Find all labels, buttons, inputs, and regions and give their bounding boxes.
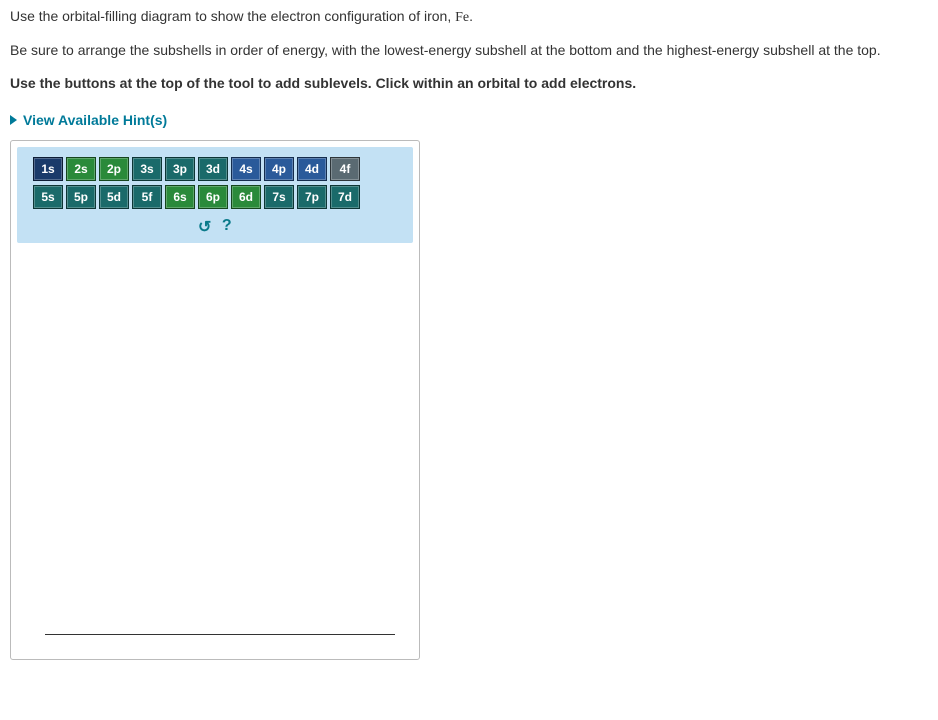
view-hints-toggle[interactable]: View Available Hint(s)	[10, 112, 167, 128]
sublevel-4d-button[interactable]: 4d	[297, 157, 327, 181]
sublevel-7p-button[interactable]: 7p	[297, 185, 327, 209]
element-symbol: Fe	[455, 10, 469, 25]
instructions-block: Use the orbital-filling diagram to show …	[10, 6, 928, 94]
instruction-line-1: Use the orbital-filling diagram to show …	[10, 6, 928, 28]
sublevel-7s-button[interactable]: 7s	[264, 185, 294, 209]
sublevel-rows: 1s2s2p3s3p3d4s4p4d4f 5s5p5d5f6s6p6d7s7p7…	[23, 157, 407, 209]
reset-button[interactable]: ↻	[198, 217, 211, 237]
sublevel-5f-button[interactable]: 5f	[132, 185, 162, 209]
instruction-line-3: Use the buttons at the top of the tool t…	[10, 73, 928, 94]
sublevel-6p-button[interactable]: 6p	[198, 185, 228, 209]
sublevel-2p-button[interactable]: 2p	[99, 157, 129, 181]
help-button[interactable]: ?	[222, 217, 232, 237]
sublevel-row-1: 1s2s2p3s3p3d4s4p4d4f	[33, 157, 360, 181]
instruction-line-2: Be sure to arrange the subshells in orde…	[10, 40, 928, 61]
orbital-canvas[interactable]	[17, 243, 413, 653]
sublevel-7d-button[interactable]: 7d	[330, 185, 360, 209]
baseline-axis	[45, 634, 395, 635]
sublevel-4s-button[interactable]: 4s	[231, 157, 261, 181]
sublevel-toolbar: 1s2s2p3s3p3d4s4p4d4f 5s5p5d5f6s6p6d7s7p7…	[17, 147, 413, 243]
orbital-tool-frame: 1s2s2p3s3p3d4s4p4d4f 5s5p5d5f6s6p6d7s7p7…	[10, 140, 420, 660]
sublevel-3s-button[interactable]: 3s	[132, 157, 162, 181]
chevron-right-icon	[10, 115, 17, 125]
sublevel-row-2: 5s5p5d5f6s6p6d7s7p7d	[33, 185, 360, 209]
sublevel-5s-button[interactable]: 5s	[33, 185, 63, 209]
instruction-text-1b: .	[469, 8, 473, 24]
sublevel-2s-button[interactable]: 2s	[66, 157, 96, 181]
sublevel-5p-button[interactable]: 5p	[66, 185, 96, 209]
hints-label: View Available Hint(s)	[23, 112, 167, 128]
instruction-text-1a: Use the orbital-filling diagram to show …	[10, 8, 455, 24]
sublevel-4p-button[interactable]: 4p	[264, 157, 294, 181]
sublevel-4f-button[interactable]: 4f	[330, 157, 360, 181]
sublevel-3p-button[interactable]: 3p	[165, 157, 195, 181]
sublevel-6s-button[interactable]: 6s	[165, 185, 195, 209]
sublevel-3d-button[interactable]: 3d	[198, 157, 228, 181]
sublevel-1s-button[interactable]: 1s	[33, 157, 63, 181]
tool-actions: ↻ ?	[23, 217, 407, 237]
sublevel-5d-button[interactable]: 5d	[99, 185, 129, 209]
sublevel-6d-button[interactable]: 6d	[231, 185, 261, 209]
